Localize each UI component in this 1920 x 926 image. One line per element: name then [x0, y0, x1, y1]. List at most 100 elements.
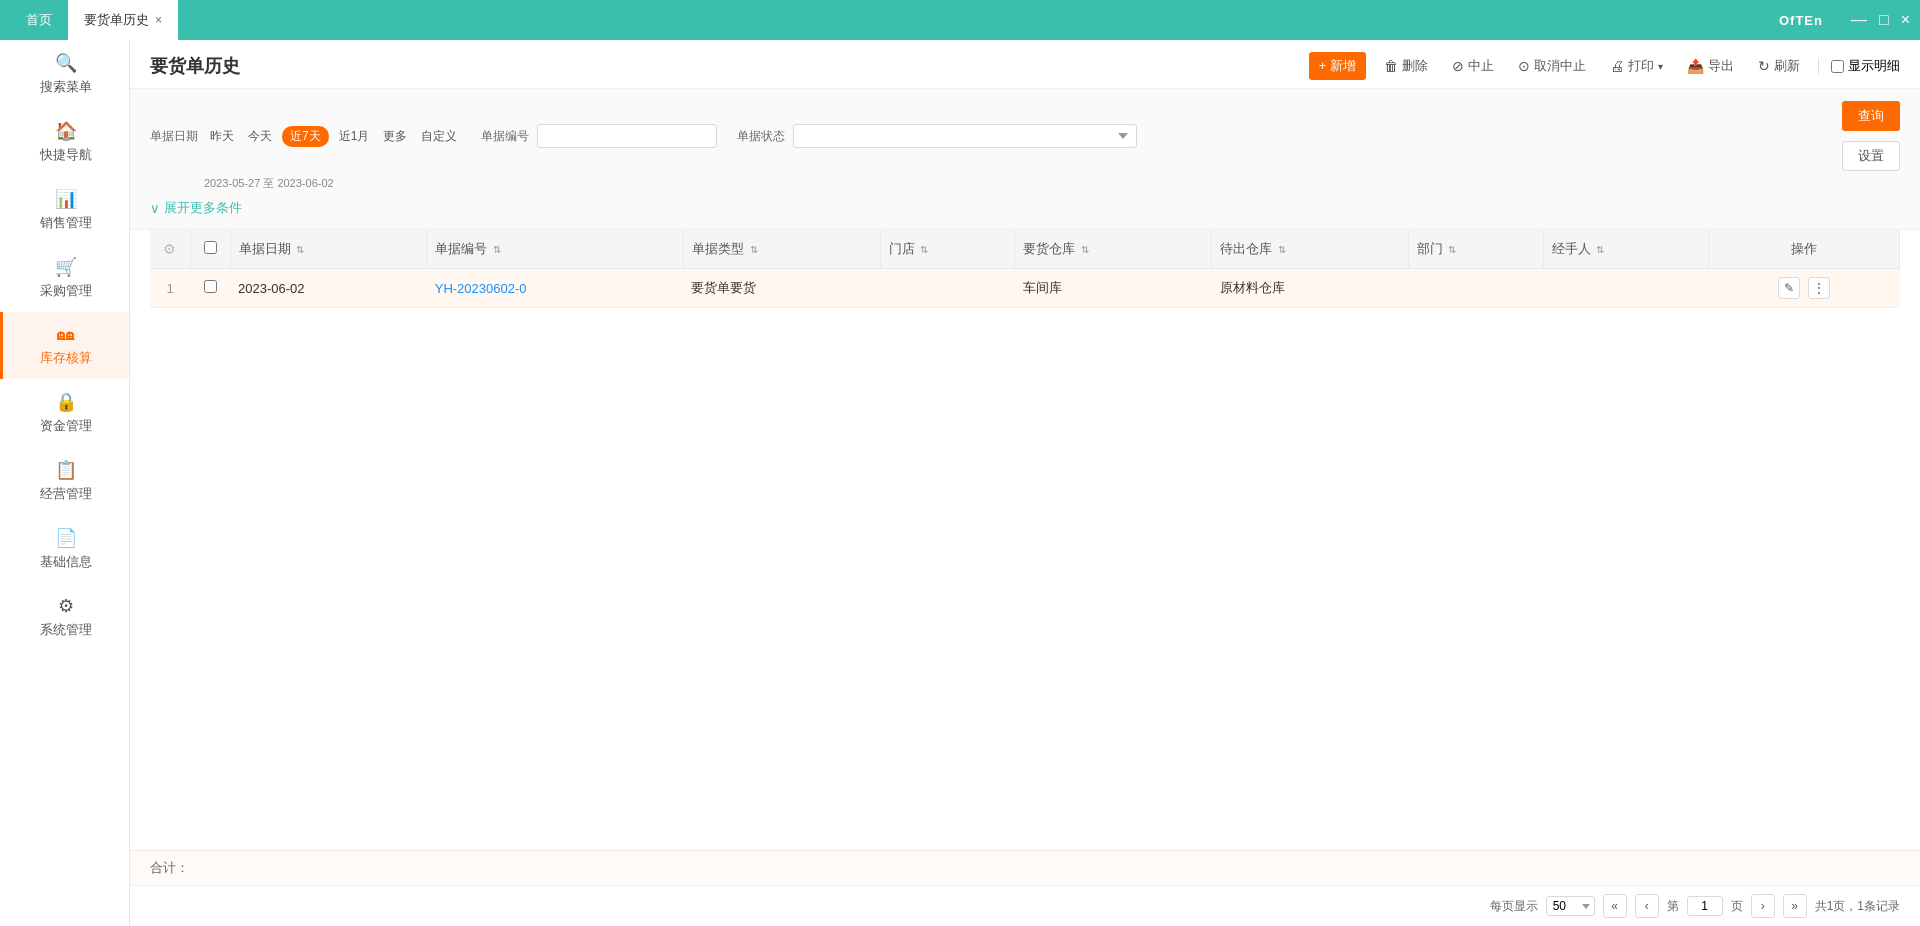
- date-option-1month[interactable]: 近1月: [335, 126, 374, 147]
- system-icon: ⚙: [58, 595, 74, 617]
- table-row: 1 2023-06-02 YH-20230602-0 要货单要货 车间库 原材料…: [150, 269, 1900, 308]
- row-doc-number: YH-20230602-0: [427, 269, 684, 308]
- doc-number-sort-icon[interactable]: ⇅: [493, 244, 501, 255]
- cancel-suspend-button[interactable]: ⊙ 取消中止: [1512, 53, 1592, 79]
- sidebar-sales-label: 销售管理: [40, 214, 92, 232]
- page-label: 第: [1667, 898, 1679, 915]
- date-filter-label: 单据日期: [150, 128, 198, 145]
- search-menu-icon: 🔍: [55, 52, 77, 74]
- department-sort-icon[interactable]: ⇅: [1448, 244, 1456, 255]
- table-container: ⚙ 单据日期 ⇅ 单据编号 ⇅: [130, 230, 1920, 850]
- sidebar-item-sales[interactable]: 📊 销售管理: [0, 176, 129, 244]
- brand-label: OfTEn: [1779, 13, 1823, 28]
- req-warehouse-sort-icon[interactable]: ⇅: [1081, 244, 1089, 255]
- print-button[interactable]: 🖨 打印 ▾: [1604, 53, 1669, 79]
- sidebar-finance-label: 资金管理: [40, 417, 92, 435]
- sidebar-inventory-label: 库存核算: [40, 349, 92, 367]
- pagination: 每页显示 20 50 100 200 « ‹ 第 页 › » 共1页，1条记录: [130, 885, 1920, 926]
- sidebar-item-search-menu[interactable]: 🔍 搜索菜单: [0, 40, 129, 108]
- sidebar-item-inventory[interactable]: 🏘 库存核算: [0, 312, 129, 379]
- top-bar: 首页 要货单历史 × OfTEn — □ ×: [0, 0, 1920, 40]
- row-edit-btn[interactable]: ✎: [1778, 277, 1800, 299]
- row-checkbox-cell: [190, 269, 230, 308]
- new-button-label: + 新增: [1319, 57, 1356, 75]
- suspend-button[interactable]: ⊘ 中止: [1446, 53, 1500, 79]
- row-handler: [1543, 269, 1709, 308]
- sidebar: 🔍 搜索菜单 🏠 快捷导航 📊 销售管理 🛒 采购管理 🏘 库存核算 🔒 资金管…: [0, 40, 130, 926]
- row-doc-date: 2023-06-02: [230, 269, 427, 308]
- first-page-btn[interactable]: «: [1603, 894, 1627, 918]
- sidebar-item-operation[interactable]: 📋 经营管理: [0, 447, 129, 515]
- window-close-btn[interactable]: ×: [1901, 11, 1910, 29]
- row-doc-type: 要货单要货: [683, 269, 880, 308]
- minimize-btn[interactable]: —: [1851, 11, 1867, 29]
- th-doc-number: 单据编号 ⇅: [427, 230, 684, 269]
- per-page-select[interactable]: 20 50 100 200: [1546, 896, 1595, 916]
- doc-number-label: 单据编号: [481, 128, 529, 145]
- expand-more-btn[interactable]: ∨ 展开更多条件: [150, 199, 1900, 217]
- pending-warehouse-sort-icon[interactable]: ⇅: [1278, 244, 1286, 255]
- doc-number-input[interactable]: [537, 124, 717, 148]
- prev-page-btn[interactable]: ‹: [1635, 894, 1659, 918]
- sidebar-item-system[interactable]: ⚙ 系统管理: [0, 583, 129, 651]
- row-more-btn[interactable]: ⋮: [1808, 277, 1830, 299]
- handler-sort-icon[interactable]: ⇅: [1596, 244, 1604, 255]
- date-option-more[interactable]: 更多: [379, 126, 411, 147]
- refresh-button-label: 刷新: [1774, 57, 1800, 75]
- refresh-button[interactable]: ↻ 刷新: [1752, 53, 1806, 79]
- delete-button[interactable]: 🗑 删除: [1378, 53, 1434, 79]
- th-store-label: 门店: [889, 241, 915, 256]
- doc-type-sort-icon[interactable]: ⇅: [750, 244, 758, 255]
- sidebar-item-basic[interactable]: 📄 基础信息: [0, 515, 129, 583]
- select-all-checkbox[interactable]: [204, 241, 217, 254]
- sidebar-item-finance[interactable]: 🔒 资金管理: [0, 379, 129, 447]
- tab-order-history[interactable]: 要货单历史 ×: [68, 0, 178, 40]
- sidebar-item-quick-nav[interactable]: 🏠 快捷导航: [0, 108, 129, 176]
- date-option-custom[interactable]: 自定义: [417, 126, 461, 147]
- th-operation-label: 操作: [1791, 241, 1817, 256]
- export-icon: 📤: [1687, 58, 1704, 74]
- window-controls: OfTEn — □ ×: [1779, 11, 1910, 29]
- th-department-label: 部门: [1417, 241, 1443, 256]
- last-page-btn[interactable]: »: [1783, 894, 1807, 918]
- maximize-btn[interactable]: □: [1879, 11, 1889, 29]
- settings-button[interactable]: 设置: [1842, 141, 1900, 171]
- next-page-btn[interactable]: ›: [1751, 894, 1775, 918]
- operation-icon: 📋: [55, 459, 77, 481]
- tab-close-icon[interactable]: ×: [155, 13, 162, 27]
- store-sort-icon[interactable]: ⇅: [920, 244, 928, 255]
- doc-status-select[interactable]: [793, 124, 1137, 148]
- th-handler-label: 经手人: [1552, 241, 1591, 256]
- th-pending-warehouse: 待出仓库 ⇅: [1212, 230, 1409, 269]
- date-options: 昨天 今天 近7天 近1月 更多 自定义: [206, 126, 461, 147]
- expand-chevron-icon: ∨: [150, 201, 160, 216]
- table-settings-icon[interactable]: ⚙: [163, 241, 176, 257]
- new-button[interactable]: + 新增: [1309, 52, 1366, 80]
- doc-status-label: 单据状态: [737, 128, 785, 145]
- data-table: ⚙ 单据日期 ⇅ 单据编号 ⇅: [150, 230, 1900, 308]
- th-req-warehouse: 要货仓库 ⇅: [1015, 230, 1212, 269]
- display-detail-checkbox-label[interactable]: 显示明细: [1831, 57, 1900, 75]
- th-doc-number-label: 单据编号: [435, 241, 487, 256]
- date-option-yesterday[interactable]: 昨天: [206, 126, 238, 147]
- purchase-icon: 🛒: [55, 256, 77, 278]
- display-detail-checkbox[interactable]: [1831, 60, 1844, 73]
- finance-icon: 🔒: [55, 391, 77, 413]
- export-button[interactable]: 📤 导出: [1681, 53, 1740, 79]
- tab-home[interactable]: 首页: [10, 0, 68, 40]
- content-area: 要货单历史 + 新增 🗑 删除 ⊘ 中止 ⊙ 取消中止 🖨: [130, 40, 1920, 926]
- date-option-today[interactable]: 今天: [244, 126, 276, 147]
- query-button[interactable]: 查询: [1842, 101, 1900, 131]
- row-department: [1408, 269, 1543, 308]
- sidebar-item-purchase[interactable]: 🛒 采购管理: [0, 244, 129, 312]
- row-num: 1: [150, 269, 190, 308]
- th-doc-date: 单据日期 ⇅: [230, 230, 427, 269]
- row-checkbox[interactable]: [204, 280, 217, 293]
- delete-icon: 🗑: [1384, 58, 1398, 74]
- doc-date-sort-icon[interactable]: ⇅: [296, 244, 304, 255]
- page-input[interactable]: [1687, 896, 1723, 916]
- print-button-label: 打印: [1628, 57, 1654, 75]
- date-option-7days[interactable]: 近7天: [282, 126, 329, 147]
- doc-number-link[interactable]: YH-20230602-0: [435, 281, 527, 296]
- row-req-warehouse: 车间库: [1015, 269, 1212, 308]
